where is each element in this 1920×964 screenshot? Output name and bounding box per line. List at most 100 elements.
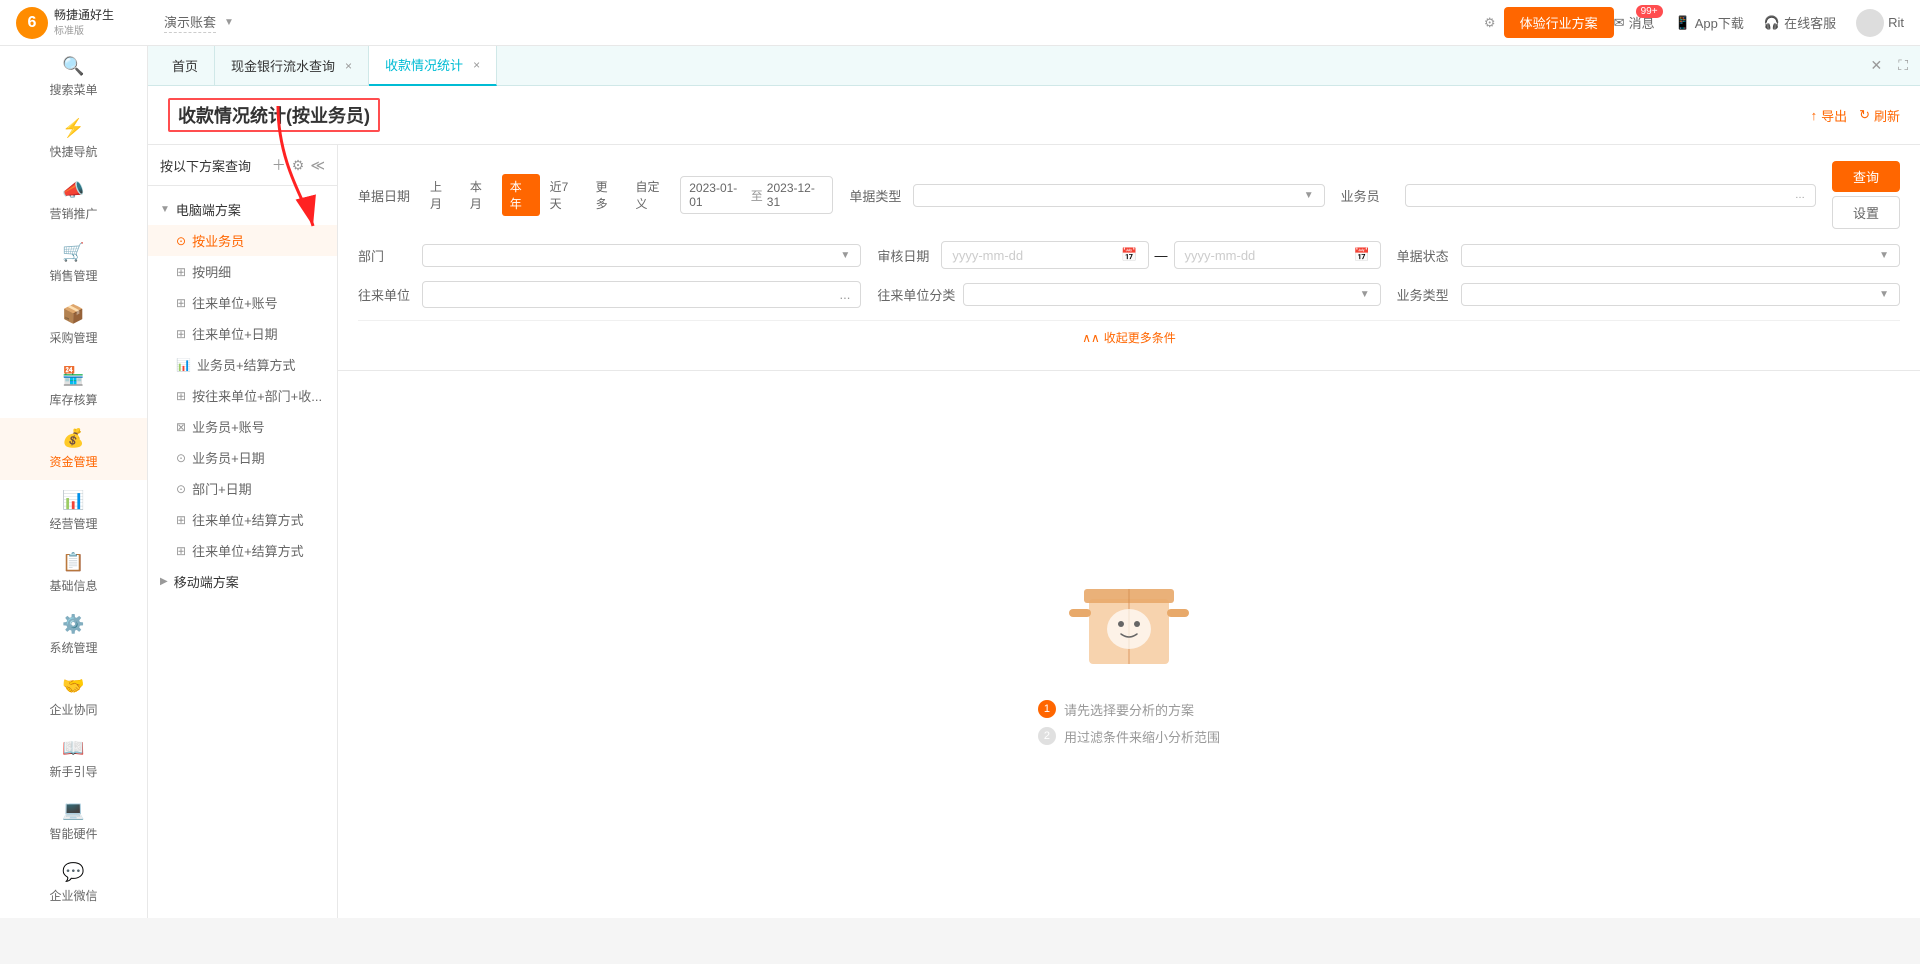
scheme-item-dept-date[interactable]: ⊙ 部门+日期	[148, 473, 337, 504]
sidebar-item-sales[interactable]: 🛒 销售管理	[0, 232, 147, 294]
sidebar-item-guide[interactable]: 📖 新手引导	[0, 728, 147, 790]
sidebar-item-quick-nav[interactable]: ⚡ 快捷导航	[0, 108, 147, 170]
logo-text-block: 畅捷通好生 标准版	[54, 8, 114, 37]
salesman-select[interactable]: …	[1405, 184, 1816, 207]
scheme-item-partner-date[interactable]: ⊞ 往来单位+日期	[148, 318, 337, 349]
scheme-item-label: 部门+日期	[192, 479, 252, 498]
panel-header: 按以下方案查询 ＋ ⚙ ≪	[148, 145, 337, 186]
sidebar-item-finance[interactable]: 💰 资金管理	[0, 418, 147, 480]
scheme-item-label: 按往来单位+部门+收...	[192, 386, 322, 405]
business-type-select[interactable]: ▼	[1461, 283, 1900, 306]
partner-category-select[interactable]: ▼	[963, 283, 1380, 306]
sidebar-item-wechat[interactable]: 💬 企业微信	[0, 852, 147, 914]
voucher-type-select[interactable]: ▼	[913, 184, 1324, 207]
scheme-item-by-salesman[interactable]: ⊙ 按业务员	[148, 225, 337, 256]
scheme-group-pc[interactable]: ▼ 电脑端方案	[148, 194, 337, 225]
group-expand-icon: ▼	[160, 204, 170, 215]
scheme-item-salesman-date[interactable]: ⊙ 业务员+日期	[148, 442, 337, 473]
voucher-status-label: 单据状态	[1397, 246, 1453, 265]
user-name: Rit	[1888, 15, 1904, 30]
company-selector[interactable]: 演示账套 ▼	[164, 12, 1476, 33]
sidebar-item-purchase[interactable]: 📦 采购管理	[0, 294, 147, 356]
sidebar-item-hardware[interactable]: 💻 智能硬件	[0, 790, 147, 852]
collapse-bar[interactable]: ∧∧ 收起更多条件	[358, 320, 1900, 354]
message-button[interactable]: ✉ 消息 99+	[1614, 13, 1655, 32]
tab-home[interactable]: 首页	[156, 46, 215, 86]
tab-bank-close-icon[interactable]: ×	[345, 59, 352, 73]
date-tab-this-month[interactable]: 本月	[462, 174, 500, 216]
partner-dots[interactable]: ...	[839, 287, 850, 302]
service-icon: 🎧	[1764, 15, 1780, 31]
dept-select[interactable]: ▼	[422, 244, 861, 267]
guide-icon: 📖	[62, 738, 84, 759]
sidebar: 🔍 搜索菜单 ⚡ 快捷导航 📣 营销推广 🛒 销售管理 📦 采购管理 🏪 库存核…	[0, 46, 148, 918]
filter-partner-category: 往来单位分类 ▼	[877, 283, 1380, 306]
audit-date-from-input[interactable]: yyyy-mm-dd 📅	[941, 241, 1148, 269]
partner-category-label: 往来单位分类	[877, 285, 955, 304]
export-button[interactable]: ↑ 导出	[1811, 106, 1848, 125]
date-tab-last-month[interactable]: 上月	[422, 174, 460, 216]
tab-bank[interactable]: 现金银行流水查询 ×	[215, 46, 369, 86]
collapse-panel-icon[interactable]: ≪	[310, 157, 325, 174]
trial-button[interactable]: 体验行业方案	[1504, 7, 1614, 38]
scheme-item-partner-settlement2[interactable]: ⊞ 往来单位+结算方式	[148, 535, 337, 566]
salesman-dropdown-icon: …	[1795, 190, 1805, 201]
scheme-item-salesman-account[interactable]: ⊠ 业务员+账号	[148, 411, 337, 442]
sidebar-item-label: 搜索菜单	[49, 81, 97, 98]
page-actions: ↑ 导出 ↻ 刷新	[1811, 106, 1900, 125]
tab-maximize-icon[interactable]: ⛶	[1894, 53, 1912, 78]
tab-receipt[interactable]: 收款情况统计 ×	[369, 46, 497, 86]
voucher-type-dropdown-icon: ▼	[1304, 190, 1314, 201]
sidebar-item-label: 新手引导	[49, 763, 97, 780]
audit-date-to-input[interactable]: yyyy-mm-dd 📅	[1174, 241, 1381, 269]
sidebar-item-enterprise[interactable]: 🤝 企业协同	[0, 666, 147, 728]
search-icon: 🔍	[62, 56, 84, 77]
date-tab-custom[interactable]: 自定义	[627, 174, 676, 216]
scheme-item-by-detail[interactable]: ⊞ 按明细	[148, 256, 337, 287]
setting-button[interactable]: 设置	[1832, 196, 1900, 229]
scheme-item-label: 往来单位+结算方式	[192, 510, 304, 529]
query-button[interactable]: 查询	[1832, 161, 1900, 192]
sidebar-item-business[interactable]: 📊 经营管理	[0, 480, 147, 542]
scheme-item-partner-settlement1[interactable]: ⊞ 往来单位+结算方式	[148, 504, 337, 535]
sidebar-item-member[interactable]: ✓ 畅会员	[0, 914, 147, 918]
scheme-icon: ⊞	[176, 544, 186, 558]
dept-label: 部门	[358, 246, 414, 265]
tab-close-all-icon[interactable]: ✕	[1866, 53, 1886, 78]
date-tab-this-year[interactable]: 本年	[502, 174, 540, 216]
voucher-status-select[interactable]: ▼	[1461, 244, 1900, 267]
scheme-item-partner-account[interactable]: ⊞ 往来单位+账号	[148, 287, 337, 318]
user-profile[interactable]: Rit	[1856, 9, 1904, 37]
sidebar-item-system[interactable]: ⚙️ 系统管理	[0, 604, 147, 666]
date-filter-control: 上月 本月 本年 近7天 更多 自定义 2023-01-01	[422, 174, 833, 216]
date-separator: 至	[751, 187, 763, 204]
sidebar-item-marketing[interactable]: 📣 营销推广	[0, 170, 147, 232]
app-download-button[interactable]: 📱 App下载	[1675, 13, 1744, 32]
scheme-settings-icon[interactable]: ⚙	[292, 157, 305, 174]
export-icon: ↑	[1811, 108, 1818, 123]
company-dropdown-icon[interactable]: ▼	[224, 17, 234, 28]
sidebar-item-search[interactable]: 🔍 搜索菜单	[0, 46, 147, 108]
add-scheme-icon[interactable]: ＋	[272, 155, 286, 175]
online-service-button[interactable]: 🎧 在线客服	[1764, 13, 1836, 32]
date-tab-7days[interactable]: 近7天	[542, 174, 586, 216]
sidebar-item-base[interactable]: 📋 基础信息	[0, 542, 147, 604]
scheme-item-partner-dept[interactable]: ⊞ 按往来单位+部门+收...	[148, 380, 337, 411]
salesman-label: 业务员	[1341, 186, 1397, 205]
scheme-group-mobile[interactable]: ▶ 移动端方案	[148, 566, 337, 597]
date-tab-more[interactable]: 更多	[588, 174, 626, 216]
calendar-icon[interactable]: 📅	[1121, 247, 1137, 263]
date-tabs: 上月 本月 本年 近7天 更多 自定义	[422, 174, 676, 216]
date-range-input[interactable]: 2023-01-01 至 2023-12-31	[680, 176, 833, 214]
voucher-type-label: 单据类型	[849, 186, 905, 205]
sidebar-item-inventory[interactable]: 🏪 库存核算	[0, 356, 147, 418]
scheme-item-salesman-settlement[interactable]: 📊 业务员+结算方式	[148, 349, 337, 380]
partner-select[interactable]: ...	[422, 281, 861, 308]
scheme-item-label: 业务员+日期	[192, 448, 265, 467]
refresh-button[interactable]: ↻ 刷新	[1859, 106, 1900, 125]
panel-title: 按以下方案查询	[160, 156, 266, 175]
settings-icon[interactable]: ⚙	[1476, 9, 1504, 37]
calendar-icon-2[interactable]: 📅	[1353, 247, 1369, 263]
tab-receipt-close-icon[interactable]: ×	[473, 58, 480, 72]
audit-date-to-placeholder: yyyy-mm-dd	[1185, 248, 1256, 263]
